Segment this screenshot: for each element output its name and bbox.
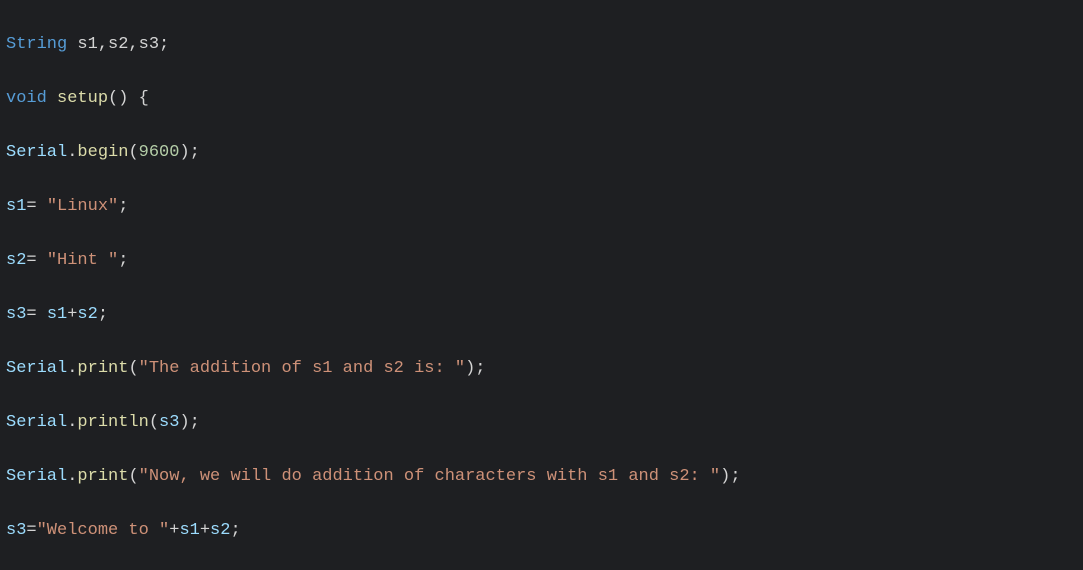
operator: = [26,305,46,324]
string-literal: "Welcome to " [37,521,170,540]
operator: = [26,251,46,270]
semicolon: ; [230,521,240,540]
string-literal: "Now, we will do addition of characters … [139,467,721,486]
code-line[interactable]: Serial.print("The addition of s1 and s2 … [6,355,1077,382]
var-declaration: s1,s2,s3; [67,35,169,54]
variable: s2 [6,251,26,270]
punctuation: () { [108,89,149,108]
object-serial: Serial [6,467,67,486]
dot: . [67,143,77,162]
dot: . [67,359,77,378]
operator-plus: + [67,305,77,324]
string-literal: "Hint " [47,251,118,270]
variable: s2 [77,305,97,324]
dot: . [67,467,77,486]
variable: s2 [210,521,230,540]
code-editor[interactable]: String s1,s2,s3; void setup() { Serial.b… [0,0,1083,570]
variable: s3 [6,521,26,540]
paren-open: ( [128,143,138,162]
code-line[interactable]: String s1,s2,s3; [6,31,1077,58]
object-serial: Serial [6,143,67,162]
variable: s3 [6,305,26,324]
code-line[interactable]: s1= "Linux"; [6,193,1077,220]
code-line[interactable]: Serial.print("Now, we will do addition o… [6,463,1077,490]
code-line[interactable]: s3="Welcome to "+s1+s2; [6,517,1077,544]
semicolon: ; [118,197,128,216]
keyword-type: String [6,35,67,54]
code-line[interactable]: Serial.println(s3); [6,409,1077,436]
string-literal: "Linux" [47,197,118,216]
code-line[interactable]: void setup() { [6,85,1077,112]
paren-close: ); [465,359,485,378]
operator-plus: + [200,521,210,540]
dot: . [67,413,77,432]
method-print: print [77,359,128,378]
object-serial: Serial [6,413,67,432]
paren-close: ); [179,143,199,162]
paren-open: ( [149,413,159,432]
variable: s3 [159,413,179,432]
operator-plus: + [169,521,179,540]
keyword-void: void [6,89,47,108]
operator: = [26,521,36,540]
paren-close: ); [720,467,740,486]
paren-open: ( [128,467,138,486]
variable: s1 [47,305,67,324]
variable: s1 [179,521,199,540]
code-line[interactable]: s2= "Hint "; [6,247,1077,274]
number-literal: 9600 [139,143,180,162]
method-println: println [77,413,148,432]
paren-open: ( [128,359,138,378]
code-line[interactable]: Serial.begin(9600); [6,139,1077,166]
paren-close: ); [179,413,199,432]
variable: s1 [6,197,26,216]
string-literal: "The addition of s1 and s2 is: " [139,359,465,378]
code-line[interactable]: s3= s1+s2; [6,301,1077,328]
operator: = [26,197,46,216]
semicolon: ; [98,305,108,324]
method-begin: begin [77,143,128,162]
function-name: setup [47,89,108,108]
method-print: print [77,467,128,486]
object-serial: Serial [6,359,67,378]
semicolon: ; [118,251,128,270]
